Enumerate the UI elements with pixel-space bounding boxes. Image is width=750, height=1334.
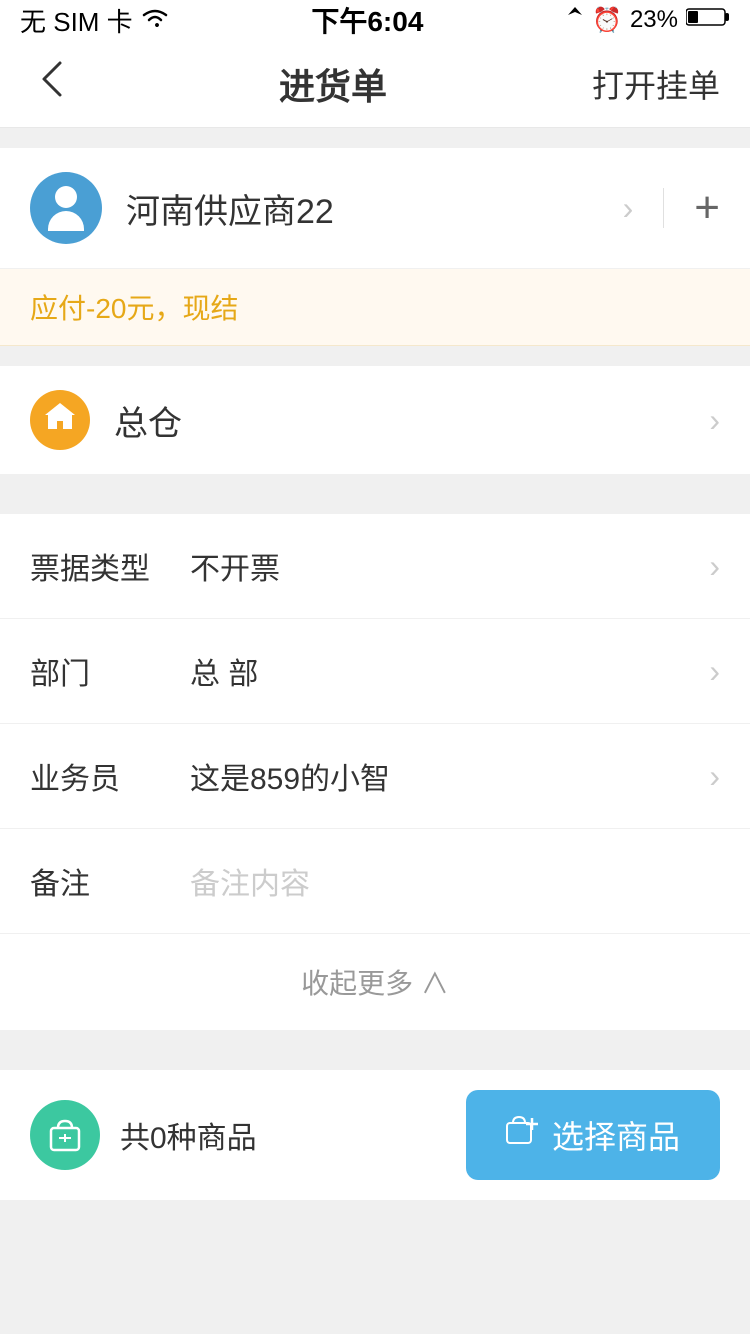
- dept-label: 部门: [30, 649, 160, 693]
- remark-label: 备注: [30, 859, 160, 903]
- back-button[interactable]: [30, 49, 74, 119]
- warehouse-icon: [30, 390, 90, 450]
- wifi-icon: [141, 5, 169, 36]
- add-supplier-button[interactable]: +: [694, 186, 720, 230]
- sales-value: 这是859的小智: [160, 754, 709, 798]
- section-gap-3: [0, 474, 750, 494]
- page-title: 进货单: [279, 58, 387, 110]
- warehouse-row[interactable]: 总仓 ›: [0, 366, 750, 474]
- invoice-label: 票据类型: [30, 544, 160, 588]
- alarm-icon: ⏰: [592, 6, 622, 35]
- sales-label: 业务员: [30, 754, 160, 798]
- status-bar: 无 SIM 卡 下午6:04 ⏰ 23%: [0, 0, 750, 40]
- form-section: 票据类型 不开票 › 部门 总 部 › 业务员 这是859的小智 › 备注 备注…: [0, 514, 750, 933]
- dept-chevron-icon: ›: [709, 653, 720, 690]
- supplier-row[interactable]: 河南供应商22 › +: [0, 148, 750, 269]
- invoice-chevron-icon: ›: [709, 548, 720, 585]
- supplier-section: 河南供应商22 › + 应付-20元，现结: [0, 148, 750, 346]
- house-icon: [43, 399, 77, 441]
- sales-row[interactable]: 业务员 这是859的小智 ›: [0, 724, 750, 829]
- nav-bar: 进货单 打开挂单: [0, 40, 750, 128]
- section-gap-4: [0, 1030, 750, 1050]
- remark-row[interactable]: 备注 备注内容: [0, 829, 750, 933]
- battery-text: 23%: [630, 6, 678, 34]
- remark-input[interactable]: 备注内容: [160, 859, 720, 903]
- location-icon: [566, 6, 584, 35]
- select-goods-icon: [506, 1116, 540, 1154]
- avatar-head: [55, 186, 77, 208]
- section-gap-2: [0, 346, 750, 366]
- supplier-avatar: [30, 172, 102, 244]
- sales-chevron-icon: ›: [709, 758, 720, 795]
- status-time: 下午6:04: [311, 0, 423, 40]
- chevron-icon: ›: [623, 190, 634, 227]
- invoice-row[interactable]: 票据类型 不开票 ›: [0, 514, 750, 619]
- notice-bar: 应付-20元，现结: [0, 269, 750, 346]
- dept-row[interactable]: 部门 总 部 ›: [0, 619, 750, 724]
- open-pending-button[interactable]: 打开挂单: [592, 61, 720, 107]
- bottom-bar: 共0种商品 选择商品: [0, 1070, 750, 1200]
- product-count: 共0种商品: [120, 1113, 446, 1157]
- status-left: 无 SIM 卡: [20, 2, 169, 39]
- collapse-button[interactable]: 收起更多 ∧: [0, 933, 750, 1030]
- status-right: ⏰ 23%: [566, 6, 730, 35]
- supplier-row-right: › +: [623, 186, 720, 230]
- divider: [663, 188, 664, 228]
- select-goods-label: 选择商品: [552, 1112, 680, 1158]
- warehouse-section[interactable]: 总仓 ›: [0, 366, 750, 474]
- supplier-name: 河南供应商22: [126, 184, 623, 233]
- sim-label: 无 SIM 卡: [20, 2, 133, 39]
- invoice-value: 不开票: [160, 544, 709, 588]
- product-icon: [30, 1100, 100, 1170]
- battery-icon: [686, 6, 730, 35]
- select-goods-button[interactable]: 选择商品: [466, 1090, 720, 1180]
- section-gap-1: [0, 128, 750, 148]
- warehouse-name: 总仓: [114, 396, 709, 445]
- dept-value: 总 部: [160, 649, 709, 693]
- warehouse-chevron-icon: ›: [709, 402, 720, 439]
- avatar-body: [48, 211, 84, 231]
